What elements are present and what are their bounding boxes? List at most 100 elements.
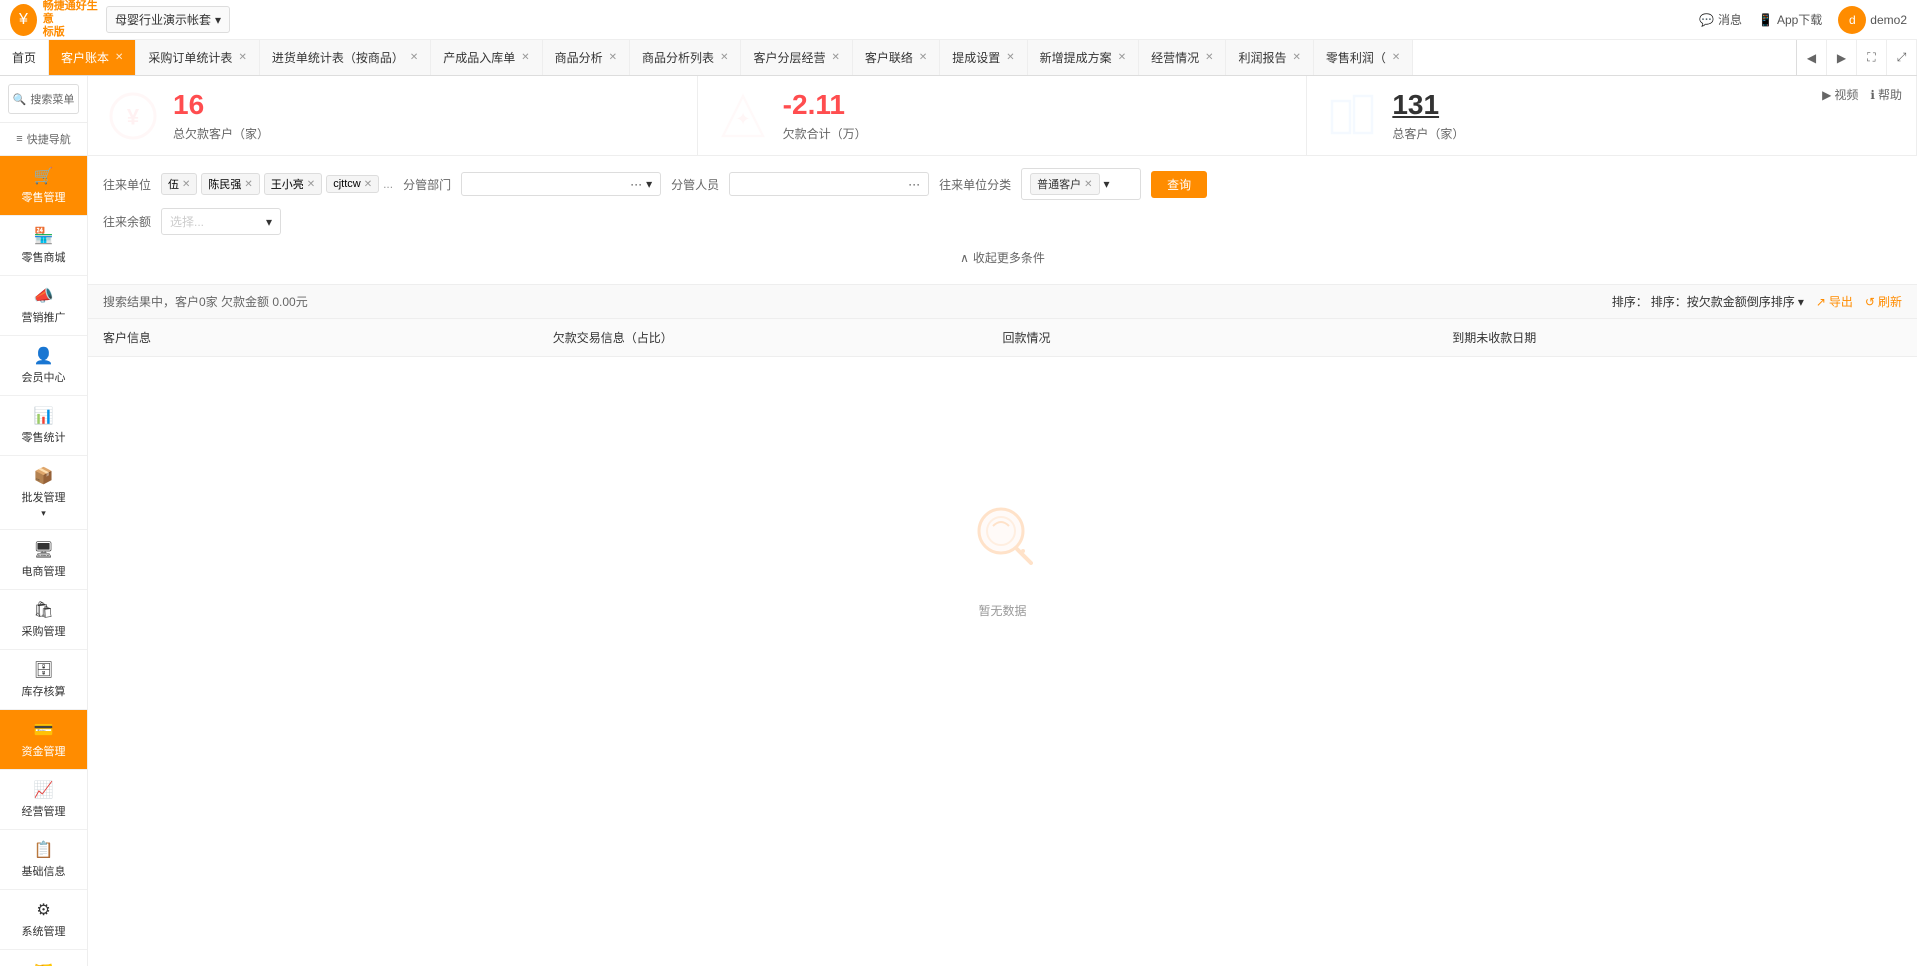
table-header: 客户信息 欠款交易信息（占比） 回款情况 到期未收款日期 [88,319,1917,357]
tab-product-analysis[interactable]: 商品分析 ✕ [543,40,630,76]
filter-unit-tags: 伍 ✕ 陈民强 ✕ 王小亮 ✕ cjttcw ✕ ... [161,173,393,195]
filter-unit-more[interactable]: ... [383,177,393,191]
col-due-date: 到期未收款日期 [1452,329,1902,346]
export-button[interactable]: ↗ 导出 [1816,293,1853,310]
tab-customer-account[interactable]: 客户账本 ✕ [49,40,136,76]
tab-fullscreen[interactable]: ⤢ [1887,40,1917,76]
purchase-icon: 🛍 [33,600,53,620]
close-tab-inbound-stats[interactable]: ✕ [410,52,418,63]
sidebar: 🔍 搜索菜单 ≡ 快捷导航 🛒 零售管理 🏪 零售商城 📣 营销推广 👤 会员中… [0,76,88,966]
close-tab-customer-segment[interactable]: ✕ [831,52,839,63]
close-tag-cjttcw[interactable]: ✕ [364,179,372,190]
sidebar-item-basic-info[interactable]: 📋 基础信息 [0,830,87,890]
balance-chevron-icon: ▾ [266,215,272,229]
close-tab-purchase-order[interactable]: ✕ [238,52,246,63]
filter-unit-category-select[interactable]: 普通客户 ✕ ▾ [1021,168,1141,200]
tab-home[interactable]: 首页 [0,40,49,76]
close-tag-wang[interactable]: ✕ [307,179,315,190]
stat-icon-debt: ✦ [718,91,768,141]
video-button[interactable]: ▶ 视频 [1822,86,1858,103]
enterprise-agreement-icon: 🤝 [34,960,54,966]
sidebar-item-wholesale-mgmt[interactable]: 📦 批发管理 ▾ [0,456,87,530]
sidebar-item-operation-mgmt[interactable]: 📈 经营管理 [0,770,87,830]
dept-more-icon: ··· [630,177,642,191]
search-icon: 🔍 [13,93,27,106]
stat-debtor-values: 16 总欠款客户（家） [173,89,269,142]
sidebar-item-retail-mall[interactable]: 🏪 零售商城 [0,216,87,276]
sidebar-item-retail-mgmt[interactable]: 🛒 零售管理 [0,156,87,216]
tab-profit-report[interactable]: 利润报告 ✕ [1226,40,1313,76]
collapse-button[interactable]: ∧ 收起更多条件 [103,243,1902,272]
user-name: demo2 [1870,13,1907,27]
help-button[interactable]: ℹ 帮助 [1870,86,1902,103]
tab-product-inbound[interactable]: 产成品入库单 ✕ [431,40,542,76]
sidebar-item-system-mgmt[interactable]: ⚙ 系统管理 [0,890,87,950]
balance-placeholder: 选择... [170,213,262,230]
close-tab-product-analysis-list[interactable]: ✕ [720,52,728,63]
tab-inbound-stats[interactable]: 进货单统计表（按商品） ✕ [260,40,431,76]
close-tab-promotion-settings[interactable]: ✕ [1006,52,1014,63]
close-tab-add-promotion-plan[interactable]: ✕ [1118,52,1126,63]
tab-scroll-left[interactable]: ◀ [1797,40,1827,76]
refresh-button[interactable]: ↺ 刷新 [1865,293,1902,310]
close-tab-customer-contact[interactable]: ✕ [919,52,927,63]
search-button[interactable]: 查询 [1151,171,1207,198]
col-payment-status: 回款情况 [1003,329,1453,346]
tab-customer-contact[interactable]: 客户联络 ✕ [853,40,940,76]
tab-promotion-settings[interactable]: 提成设置 ✕ [940,40,1027,76]
sidebar-item-enterprise-agreement[interactable]: 🤝 企业协同 [0,950,87,966]
svg-text:✦: ✦ [735,108,750,128]
member-icon: 👤 [34,346,54,366]
sidebar-item-ecommerce[interactable]: 🖥 电商管理 [0,530,87,590]
filter-dept-select[interactable]: ··· ▾ [461,172,661,196]
sidebar-search-button[interactable]: 🔍 搜索菜单 [8,84,79,114]
sidebar-search-area: 🔍 搜索菜单 [0,76,87,123]
sidebar-item-marketing[interactable]: 📣 营销推广 [0,276,87,336]
enterprise-selector[interactable]: 母婴行业演示帐套 ▾ [106,6,230,33]
sidebar-item-retail-stats[interactable]: 📊 零售统计 [0,396,87,456]
close-tab-product-analysis[interactable]: ✕ [609,52,617,63]
tab-purchase-order[interactable]: 采购订单统计表 ✕ [136,40,259,76]
sidebar-item-inventory[interactable]: 🗄 库存核算 [0,650,87,710]
sidebar-item-finance[interactable]: 💳 资金管理 [0,710,87,770]
filter-tag-cjttcw: cjttcw ✕ [326,175,379,193]
table-body: 暂无数据 [88,357,1917,757]
user-menu[interactable]: d demo2 [1838,6,1907,34]
tab-expand[interactable]: ⛶ [1857,40,1887,76]
tab-product-analysis-list[interactable]: 商品分析列表 ✕ [630,40,741,76]
inventory-icon: 🗄 [33,660,53,680]
sidebar-item-member-center[interactable]: 👤 会员中心 [0,336,87,396]
close-tab-retail-profit[interactable]: ✕ [1392,52,1400,63]
person-more-icon: ··· [908,177,920,191]
stat-debtor-label: 总欠款客户（家） [173,125,269,142]
tab-add-promotion-plan[interactable]: 新增提成方案 ✕ [1028,40,1139,76]
app-download-button[interactable]: 📱 App下载 [1758,11,1822,28]
close-tab-customer-account[interactable]: ✕ [115,52,123,63]
filter-balance-select[interactable]: 选择... ▾ [161,208,281,235]
sidebar-quick-nav[interactable]: ≡ 快捷导航 [0,123,87,156]
close-tab-operation-status[interactable]: ✕ [1205,52,1213,63]
main-layout: 🔍 搜索菜单 ≡ 快捷导航 🛒 零售管理 🏪 零售商城 📣 营销推广 👤 会员中… [0,76,1917,966]
filter-tag-chen: 陈民强 ✕ [201,173,259,195]
close-tag-chen[interactable]: ✕ [244,179,252,190]
refresh-icon: ↺ [1865,295,1875,309]
close-tab-profit-report[interactable]: ✕ [1293,52,1301,63]
unit-cat-chevron-icon: ▾ [1104,177,1110,191]
result-actions: 排序： 排序：按欠款金额倒序排序 ▾ ↗ 导出 ↺ 刷新 [1612,293,1902,310]
message-icon: 💬 [1699,13,1714,27]
filter-balance-label: 往来余额 [103,213,151,230]
close-tag-wu[interactable]: ✕ [182,179,190,190]
messages-button[interactable]: 💬 消息 [1699,11,1742,28]
close-tab-product-inbound[interactable]: ✕ [521,52,529,63]
filter-unit-label: 往来单位 [103,176,151,193]
close-tag-normal-customer[interactable]: ✕ [1084,179,1092,190]
tab-operation-status[interactable]: 经营情况 ✕ [1139,40,1226,76]
filter-person-select[interactable]: ··· [729,172,929,196]
top-bar-left: ¥ 畅捷通好生意 标版 母婴行业演示帐套 ▾ [10,0,230,39]
tab-scroll-right[interactable]: ▶ [1827,40,1857,76]
filter-row-1: 往来单位 伍 ✕ 陈民强 ✕ 王小亮 ✕ cjttcw [103,168,1902,200]
sort-select[interactable]: 排序： 排序：按欠款金额倒序排序 ▾ [1612,293,1804,310]
tab-customer-segment[interactable]: 客户分层经营 ✕ [741,40,852,76]
sidebar-item-purchase-mgmt[interactable]: 🛍 采购管理 [0,590,87,650]
tab-retail-profit[interactable]: 零售利润（ ✕ [1314,40,1413,76]
